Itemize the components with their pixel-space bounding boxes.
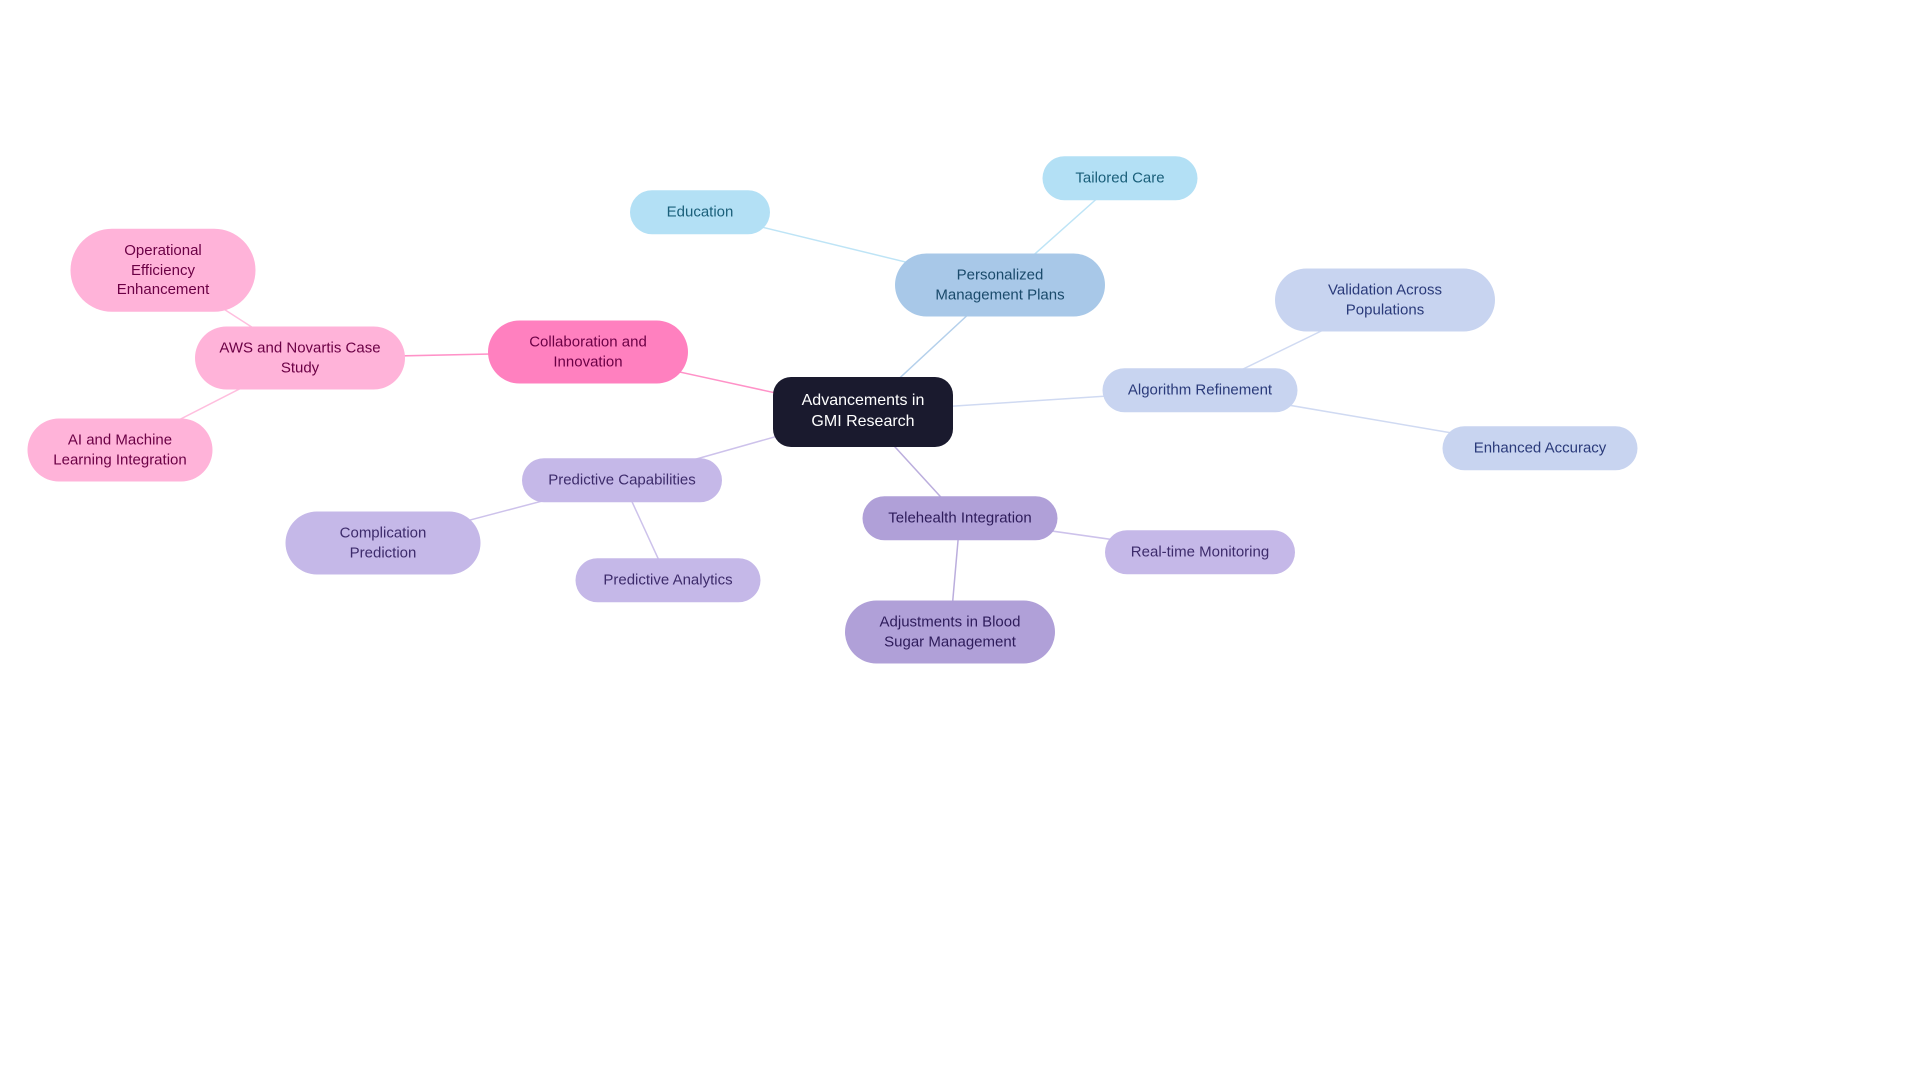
node-pred-analytics: Predictive Analytics xyxy=(576,558,761,602)
node-telehealth: Telehealth Integration xyxy=(863,496,1058,540)
node-complication: Complication Prediction xyxy=(286,512,481,575)
node-ai-ml: AI and Machine Learning Integration xyxy=(28,419,213,482)
node-aws-case: AWS and Novartis Case Study xyxy=(195,327,405,390)
node-enhanced-accuracy: Enhanced Accuracy xyxy=(1443,426,1638,470)
node-realtime: Real-time Monitoring xyxy=(1105,530,1295,574)
node-operational: Operational Efficiency Enhancement xyxy=(71,229,256,312)
node-validation: Validation Across Populations xyxy=(1275,269,1495,332)
node-algorithm: Algorithm Refinement xyxy=(1103,368,1298,412)
node-predictive: Predictive Capabilities xyxy=(522,458,722,502)
center-node: Advancements in GMI Research xyxy=(773,377,953,447)
node-education: Education xyxy=(630,190,770,234)
node-collaboration: Collaboration and Innovation xyxy=(488,321,688,384)
node-tailored: Tailored Care xyxy=(1043,156,1198,200)
node-adjustments: Adjustments in Blood Sugar Management xyxy=(845,601,1055,664)
node-personalized: Personalized Management Plans xyxy=(895,254,1105,317)
